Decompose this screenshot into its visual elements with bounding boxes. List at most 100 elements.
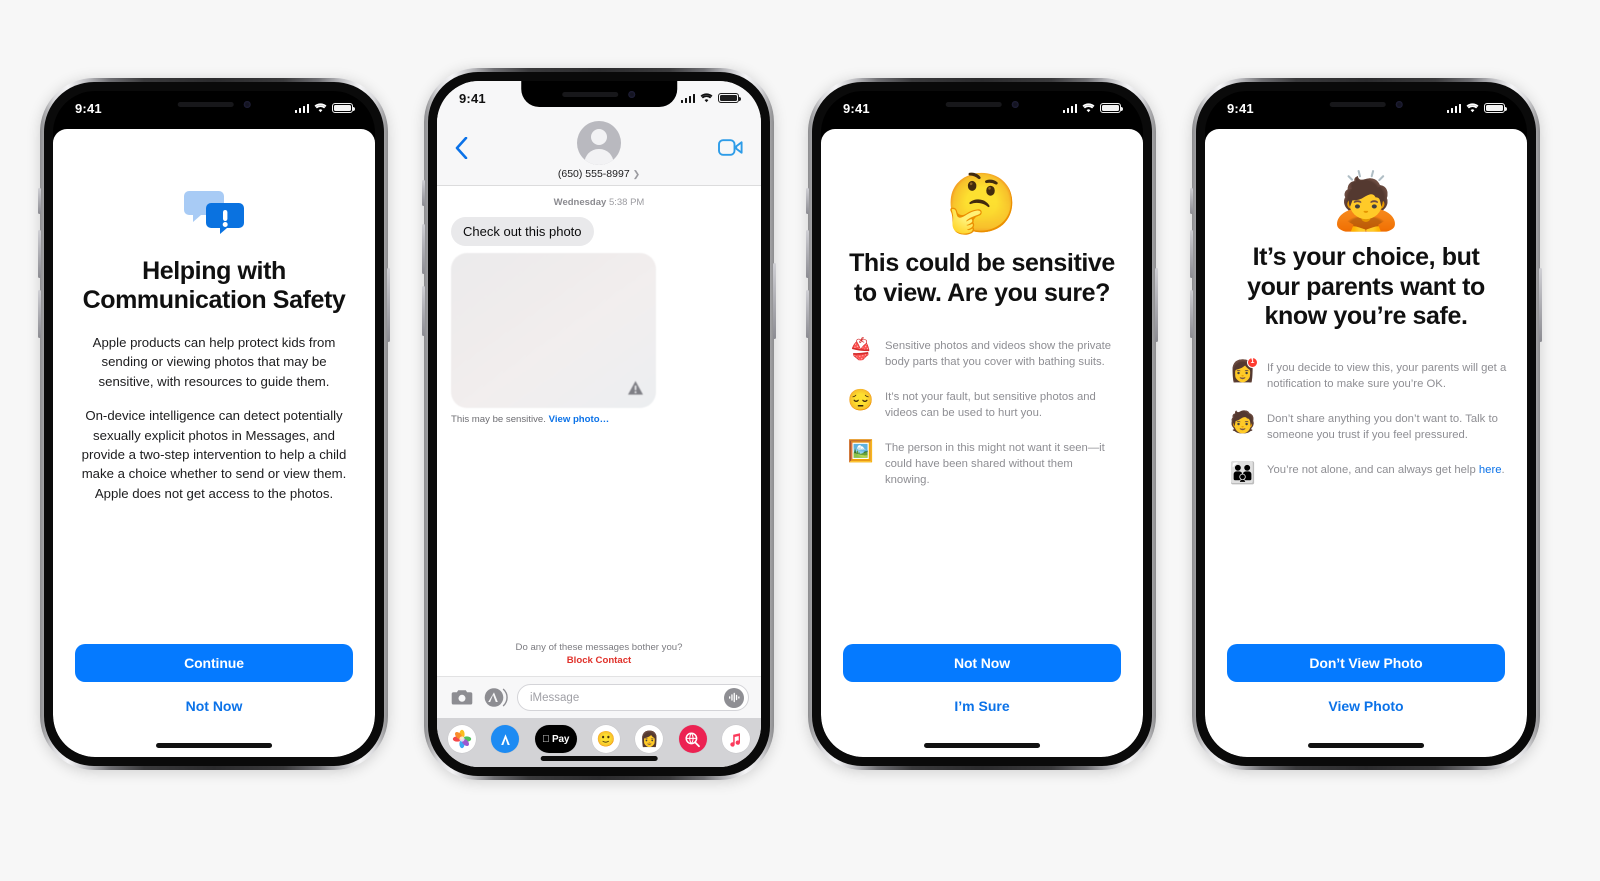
list-item: 👩 1 If you decide to view this, your par… [1225, 356, 1509, 392]
mute-switch[interactable] [422, 180, 425, 206]
memoji-stickers-icon[interactable]: 👩 [635, 725, 664, 753]
not-now-button[interactable]: Not Now [843, 644, 1121, 682]
mute-switch[interactable] [806, 188, 809, 214]
app-store-icon[interactable] [483, 685, 508, 710]
phone-parent-notify: 9:41 🙇 It’s your choice, but your parent… [1190, 78, 1542, 770]
status-time: 9:41 [75, 100, 102, 116]
block-question-text: Do any of these messages bother you? [515, 642, 683, 653]
back-button[interactable] [455, 136, 468, 164]
dont-view-photo-button[interactable]: Don’t View Photo [1227, 644, 1505, 682]
phone-messages: 9:41 (650) 555-8997 ❯ Wednesday 5:38 PM … [422, 68, 776, 780]
block-contact-button[interactable]: Block Contact [437, 655, 761, 666]
incoming-message-bubble[interactable]: Check out this photo [451, 217, 594, 246]
im-sure-button[interactable]: I’m Sure [843, 691, 1121, 721]
status-bar: 9:41 [53, 91, 375, 125]
imessage-input[interactable]: iMessage [517, 684, 749, 711]
facetime-button[interactable] [718, 139, 743, 161]
cellular-bars-icon [680, 93, 695, 103]
mute-switch[interactable] [38, 188, 41, 214]
contact-number-text: (650) 555-8997 [557, 168, 630, 180]
image-search-app-icon[interactable] [678, 725, 707, 753]
volume-up-button[interactable] [422, 224, 425, 274]
page-title: This could be sensitive to view. Are you… [849, 249, 1115, 307]
wifi-icon [1466, 103, 1479, 113]
power-button[interactable] [773, 263, 776, 339]
list-item-text: Sensitive photos and videos show the pri… [885, 340, 1112, 369]
not-now-button[interactable]: Not Now [75, 691, 353, 721]
sensitive-notice: This may be sensitive. View photo… [451, 414, 747, 425]
cellular-bars-icon [1062, 103, 1077, 113]
power-button[interactable] [387, 268, 390, 342]
wifi-icon [700, 93, 713, 103]
music-app-icon[interactable] [721, 725, 750, 753]
home-indicator[interactable] [1308, 743, 1424, 748]
contact-phone-number: (650) 555-8997 ❯ [437, 168, 761, 180]
memoji-app-icon[interactable]: 🙂 [591, 725, 620, 753]
status-indicators [294, 102, 355, 114]
home-indicator[interactable] [156, 743, 272, 748]
list-item-text: You’re not alone, and can always get hel… [1267, 462, 1505, 486]
message-bubbles-alert-icon [79, 187, 349, 235]
blurred-sensitive-photo[interactable] [451, 253, 656, 408]
wifi-icon [1082, 103, 1095, 113]
volume-down-button[interactable] [1190, 290, 1193, 338]
power-button[interactable] [1155, 268, 1158, 342]
timestamp-day: Wednesday [553, 197, 607, 208]
status-time: 9:41 [459, 90, 486, 106]
volume-up-button[interactable] [806, 230, 809, 278]
phone-screen: 9:41 [437, 81, 761, 767]
battery-icon [718, 92, 741, 104]
status-bar: 9:41 [1205, 91, 1527, 125]
app-store-app-icon[interactable] [491, 725, 520, 753]
home-indicator[interactable] [540, 756, 658, 761]
page-title: Helping with Communication Safety [82, 257, 346, 314]
family-emoji: 👪 [1229, 461, 1257, 485]
apple-pay-app-icon[interactable]:  Pay [534, 725, 577, 753]
volume-down-button[interactable] [38, 290, 41, 338]
battery-icon [332, 102, 355, 114]
continue-button[interactable]: Continue [75, 644, 353, 682]
message-thread: Wednesday 5:38 PM Check out this photo T… [437, 186, 761, 676]
status-indicators [680, 92, 741, 104]
list-item-text-after: . [1501, 463, 1505, 476]
list-item: 😔 It’s not your fault, but sensitive pho… [843, 389, 1119, 421]
onboarding-actions: Continue Not Now [75, 644, 353, 721]
phone-screen: 9:41 🤔 This could be sensitive to view. … [821, 91, 1143, 757]
sensitive-notice-text: This may be sensitive. [451, 414, 546, 425]
two-people-emoji: 🧑 [1229, 410, 1257, 434]
phone-bezel: 9:41 [428, 72, 770, 776]
view-photo-link[interactable]: View photo… [549, 414, 610, 425]
status-indicators [1446, 102, 1507, 114]
volume-down-button[interactable] [806, 290, 809, 338]
parent-notify-card: 🙇 It’s your choice, but your parents wan… [1205, 124, 1527, 757]
volume-up-button[interactable] [1190, 230, 1193, 278]
status-indicators [1062, 102, 1123, 114]
list-item-text: It’s not your fault, but sensitive photo… [885, 391, 1096, 420]
phone-screen: 9:41 🙇 It’s your choice, but your parent… [1205, 91, 1527, 757]
volume-down-button[interactable] [422, 286, 425, 336]
page-title: It’s your choice, but your parents want … [1247, 243, 1485, 330]
phone-bezel: 9:41 🤔 This could be sensitive to view. … [812, 82, 1152, 766]
photos-app-icon[interactable] [448, 725, 476, 753]
info-bullet-list: 👩 1 If you decide to view this, your par… [1205, 356, 1527, 486]
battery-icon [1100, 102, 1123, 114]
list-item-text: The person in this might not want it see… [885, 442, 1105, 487]
mute-switch[interactable] [1190, 188, 1193, 214]
camera-icon[interactable] [449, 685, 474, 710]
list-item: 🖼️ The person in this might not want it … [843, 440, 1119, 488]
pensive-face-emoji: 😔 [847, 389, 875, 413]
battery-icon [1484, 102, 1507, 114]
status-bar: 9:41 [437, 81, 761, 115]
home-indicator[interactable] [924, 743, 1040, 748]
list-item-text-before: You’re not alone, and can always get hel… [1267, 463, 1479, 476]
imessage-placeholder: iMessage [530, 691, 580, 704]
volume-up-button[interactable] [38, 230, 41, 278]
help-link[interactable]: here [1479, 464, 1502, 476]
status-bar: 9:41 [821, 91, 1143, 125]
phone-sensitive-warning: 9:41 🤔 This could be sensitive to view. … [806, 78, 1158, 770]
conversation-contact[interactable]: (650) 555-8997 ❯ [437, 115, 761, 180]
power-button[interactable] [1539, 268, 1542, 342]
view-photo-button[interactable]: View Photo [1227, 691, 1505, 721]
phone-screen: 9:41 [53, 91, 375, 757]
audio-waveform-icon[interactable] [724, 687, 744, 708]
